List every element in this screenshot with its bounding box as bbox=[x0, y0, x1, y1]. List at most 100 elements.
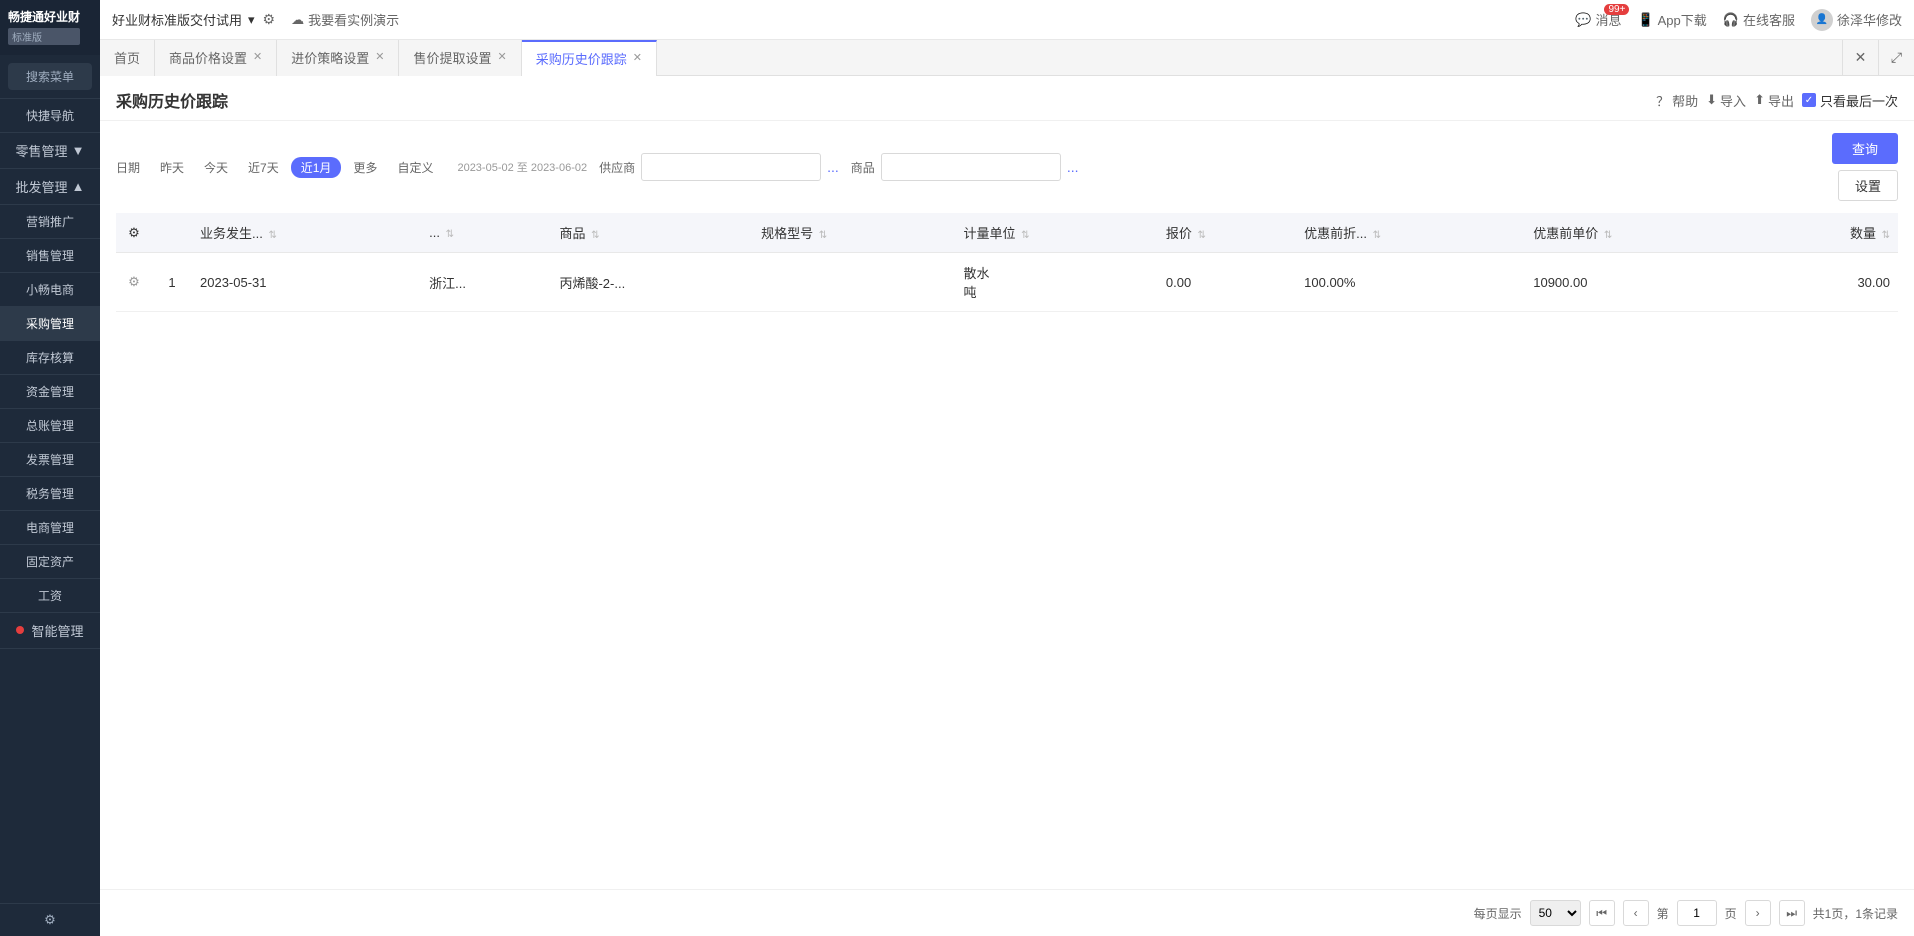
per-page-select[interactable]: 50 20 100 bbox=[1530, 900, 1581, 926]
page-header: 采购历史价跟踪 ？ 帮助 ⬇ 导入 ⬆ 导出 ✓ bbox=[100, 76, 1914, 121]
sidebar-item-marketing[interactable]: 营销推广 bbox=[0, 205, 100, 239]
version-label: 好业财标准版交付试用 bbox=[112, 10, 242, 29]
pagination-first-btn[interactable]: ⏮ bbox=[1589, 900, 1615, 926]
tab-close-goods-price[interactable]: ✕ bbox=[253, 52, 262, 63]
table-gear-icon[interactable]: ⚙ bbox=[128, 225, 140, 240]
sidebar-gear-button[interactable]: ⚙ bbox=[8, 912, 92, 928]
topbar-demo-btn[interactable]: ☁ 我要看实例演示 bbox=[291, 10, 399, 29]
tab-goods-price[interactable]: 商品价格设置 ✕ bbox=[155, 40, 277, 76]
supplier-input[interactable] bbox=[641, 153, 821, 181]
date-btn-yesterday[interactable]: 昨天 bbox=[152, 157, 192, 178]
tab-maximize-btn[interactable]: ⤢ bbox=[1878, 40, 1914, 76]
goods-dots[interactable]: ... bbox=[1067, 159, 1079, 175]
version-dropdown-icon[interactable]: ▾ bbox=[248, 12, 255, 28]
sort-discount-icon[interactable]: ⇅ bbox=[1373, 230, 1381, 241]
sidebar-item-fixed-assets[interactable]: 固定资产 bbox=[0, 545, 100, 579]
tab-close-price-extract[interactable]: ✕ bbox=[498, 52, 507, 63]
row-no: 1 bbox=[152, 253, 192, 312]
row-unit-2: 吨 bbox=[964, 282, 1150, 301]
sidebar-item-retail[interactable]: 零售管理 ▼ bbox=[0, 133, 100, 169]
sidebar-item-inventory[interactable]: 库存核算 bbox=[0, 341, 100, 375]
tab-price-extract[interactable]: 售价提取设置 ✕ bbox=[399, 40, 521, 76]
topbar-right: 💬 消息 99+ 📱 App下载 🎧 在线客服 👤 徐泽华修改 bbox=[1575, 9, 1902, 31]
help-button[interactable]: ？ 帮助 bbox=[1656, 91, 1698, 110]
sidebar-item-ledger[interactable]: 总账管理 bbox=[0, 409, 100, 443]
row-gear-icon[interactable]: ⚙ bbox=[116, 253, 152, 312]
settings-button[interactable]: 设置 bbox=[1838, 170, 1898, 201]
sidebar-item-payroll[interactable]: 工资 bbox=[0, 579, 100, 613]
only-last-checkbox-label[interactable]: ✓ 只看最后一次 bbox=[1802, 91, 1898, 110]
sort-goods-icon[interactable]: ⇅ bbox=[591, 230, 599, 241]
sidebar-item-ai-mgmt[interactable]: 智能管理 bbox=[0, 613, 100, 649]
goods-filter: 商品 ... bbox=[851, 153, 1079, 181]
row-goods: 丙烯酸-2-... bbox=[551, 253, 753, 312]
topbar-gear-icon[interactable]: ⚙ bbox=[263, 11, 276, 28]
export-button[interactable]: ⬆ 导出 bbox=[1754, 91, 1794, 110]
pagination-last-btn[interactable]: ⏭ bbox=[1779, 900, 1805, 926]
row-date: 2023-05-31 bbox=[192, 253, 421, 312]
search-menu-button[interactable]: 搜索菜单 bbox=[8, 63, 92, 90]
date-btn-today[interactable]: 今天 bbox=[196, 157, 236, 178]
sidebar-item-tax[interactable]: 税务管理 bbox=[0, 477, 100, 511]
pagination-page-input[interactable] bbox=[1677, 900, 1717, 926]
import-button[interactable]: ⬇ 导入 bbox=[1706, 91, 1746, 110]
col-header-gear: ⚙ bbox=[116, 213, 152, 253]
sidebar-quick-nav[interactable]: 快捷导航 bbox=[0, 99, 100, 133]
main-page: 采购历史价跟踪 ？ 帮助 ⬇ 导入 ⬆ 导出 ✓ bbox=[100, 76, 1914, 936]
col-header-date: 业务发生... ⇅ bbox=[192, 213, 421, 253]
tab-purchase-strategy[interactable]: 进价策略设置 ✕ bbox=[277, 40, 399, 76]
tab-close-purchase-strategy[interactable]: ✕ bbox=[375, 52, 384, 63]
sidebar-item-sales[interactable]: 销售管理 bbox=[0, 239, 100, 273]
sort-quantity-icon[interactable]: ⇅ bbox=[1882, 230, 1890, 241]
date-btn-1month[interactable]: 近1月 bbox=[291, 157, 342, 178]
pagination-prev-btn[interactable]: ‹ bbox=[1623, 900, 1649, 926]
tab-close-btn[interactable]: ✕ bbox=[1842, 40, 1878, 76]
pagination: 每页显示 50 20 100 ⏮ ‹ 第 页 › ⏭ 共1页，1条记录 bbox=[100, 889, 1914, 936]
app-logo-text: 畅捷通好业财 bbox=[8, 10, 80, 26]
sidebar-item-ecommerce[interactable]: 电商管理 bbox=[0, 511, 100, 545]
filter-right-actions: 查询 设置 bbox=[1832, 133, 1898, 201]
sidebar-bottom: ⚙ bbox=[0, 903, 100, 936]
tab-purchase-history[interactable]: 采购历史价跟踪 ✕ bbox=[522, 40, 657, 76]
sidebar-item-purchase[interactable]: 采购管理 bbox=[0, 307, 100, 341]
date-btn-custom[interactable]: 自定义 bbox=[389, 157, 441, 178]
col-header-goods: 商品 ⇅ bbox=[551, 213, 753, 253]
per-page-label: 每页显示 bbox=[1474, 905, 1522, 922]
user-avatar: 👤 bbox=[1811, 9, 1833, 31]
sort-unit-icon[interactable]: ⇅ bbox=[1021, 230, 1029, 241]
sort-date-icon[interactable]: ⇅ bbox=[268, 230, 276, 241]
topbar-service-btn[interactable]: 🎧 在线客服 bbox=[1723, 10, 1795, 29]
filter-area: 日期 昨天 今天 近7天 近1月 更多 自定义 2023-05-02 至 202… bbox=[100, 121, 1914, 213]
only-last-checkbox[interactable]: ✓ bbox=[1802, 93, 1816, 107]
sort-price-icon[interactable]: ⇅ bbox=[1198, 230, 1206, 241]
sidebar-item-finance[interactable]: 资金管理 bbox=[0, 375, 100, 409]
topbar-app-btn[interactable]: 📱 App下载 bbox=[1637, 10, 1706, 29]
date-range: 2023-05-02 至 2023-06-02 bbox=[457, 159, 587, 175]
row-unit-1: 散水 bbox=[964, 263, 1150, 282]
sidebar-logo: 畅捷通好业财 标准版 bbox=[0, 0, 100, 55]
sidebar-item-wholesale[interactable]: 批发管理 ▲ bbox=[0, 169, 100, 205]
supplier-label: 供应商 bbox=[599, 159, 635, 176]
sort-pre-price-icon[interactable]: ⇅ bbox=[1604, 230, 1612, 241]
tab-home[interactable]: 首页 bbox=[100, 40, 155, 76]
supplier-dots[interactable]: ... bbox=[827, 159, 839, 175]
pagination-next-btn[interactable]: › bbox=[1745, 900, 1771, 926]
sort-extra-icon[interactable]: ⇅ bbox=[446, 229, 454, 240]
topbar-msg-btn[interactable]: 💬 消息 99+ bbox=[1575, 10, 1621, 29]
col-header-price: 报价 ⇅ bbox=[1158, 213, 1296, 253]
query-button[interactable]: 查询 bbox=[1832, 133, 1898, 164]
data-table: ⚙ 业务发生... ⇅ ... ⇅ bbox=[116, 213, 1898, 312]
tab-close-purchase-history[interactable]: ✕ bbox=[633, 53, 642, 64]
date-btn-7days[interactable]: 近7天 bbox=[240, 157, 287, 178]
row-unit: 散水 吨 bbox=[956, 253, 1158, 312]
date-options: 昨天 今天 近7天 近1月 更多 自定义 bbox=[152, 157, 441, 178]
user-label: 徐泽华修改 bbox=[1837, 10, 1902, 29]
help-icon: ？ bbox=[1656, 91, 1669, 110]
sidebar-item-ecommerce-small[interactable]: 小畅电商 bbox=[0, 273, 100, 307]
date-btn-more[interactable]: 更多 bbox=[345, 157, 385, 178]
sort-spec-icon[interactable]: ⇅ bbox=[819, 230, 827, 241]
sidebar-item-invoice[interactable]: 发票管理 bbox=[0, 443, 100, 477]
goods-input[interactable] bbox=[881, 153, 1061, 181]
topbar-user-btn[interactable]: 👤 徐泽华修改 bbox=[1811, 9, 1902, 31]
import-icon: ⬇ bbox=[1706, 92, 1717, 108]
